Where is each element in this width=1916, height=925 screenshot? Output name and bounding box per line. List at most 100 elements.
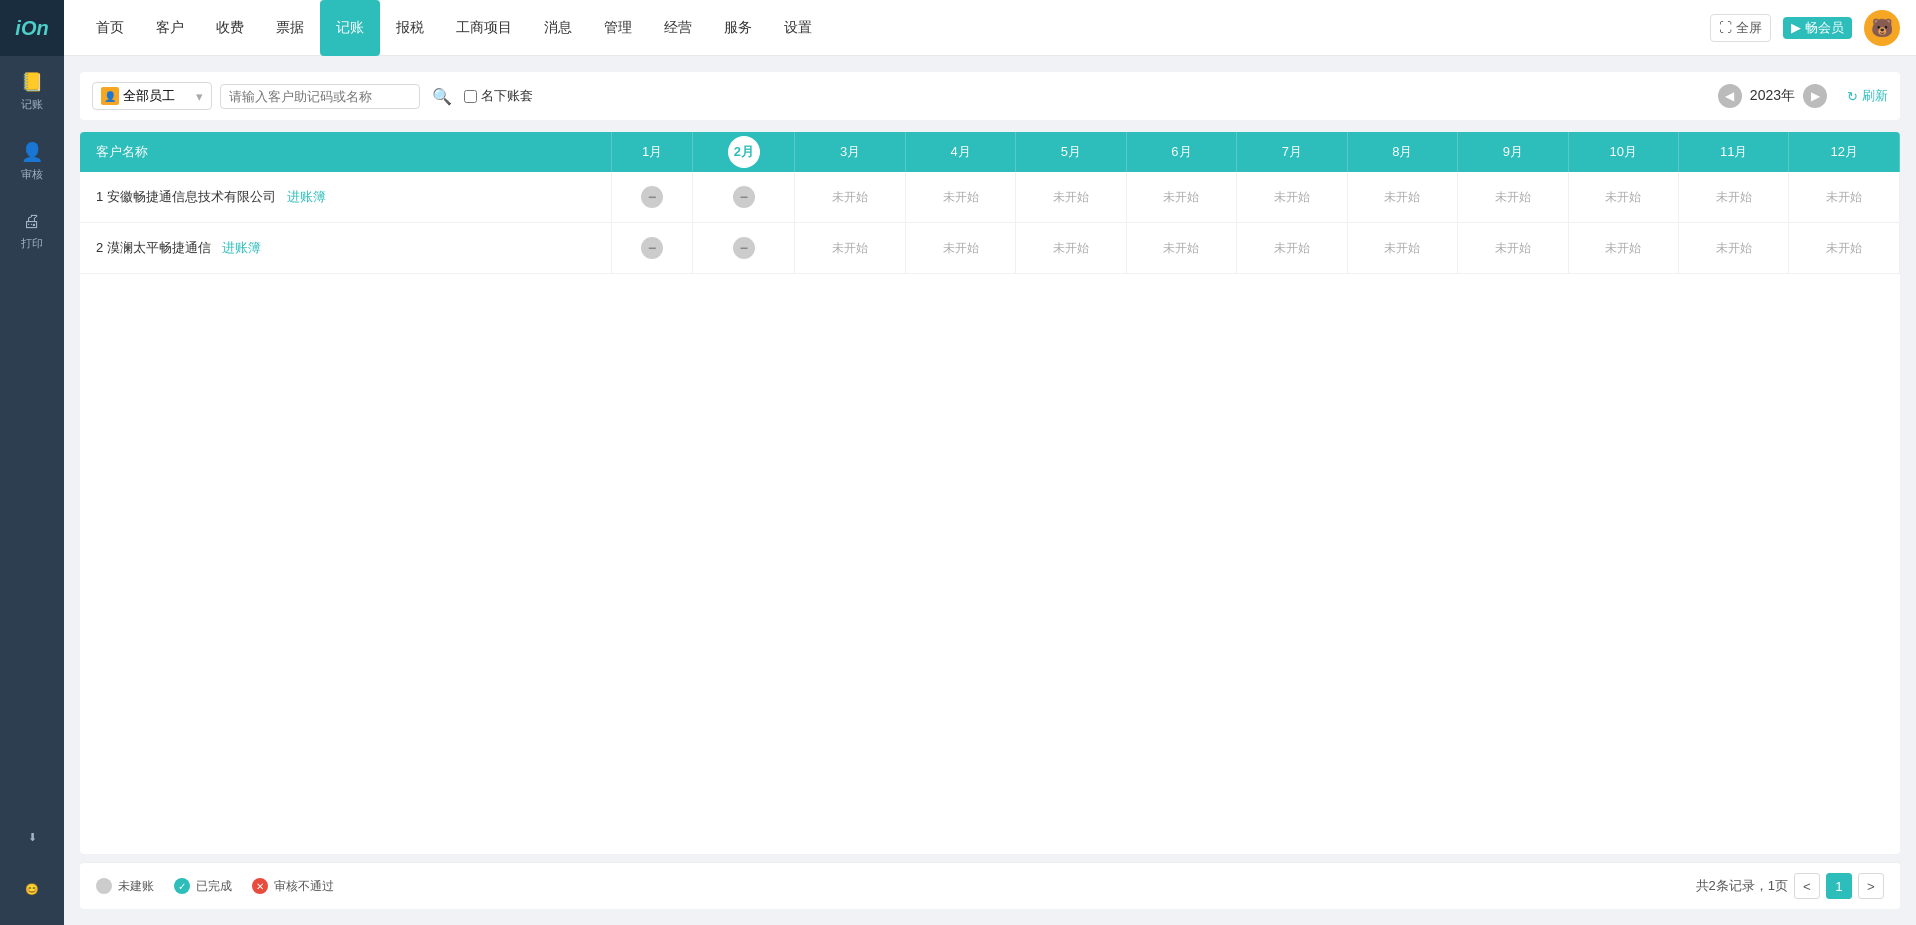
nav-clients[interactable]: 客户 <box>140 0 200 56</box>
nav-tax[interactable]: 报税 <box>380 0 440 56</box>
prev-year-button[interactable]: ◀ <box>1718 84 1742 108</box>
month-cell-1-7: 未开始 <box>1347 223 1457 274</box>
nav-invoices[interactable]: 票据 <box>260 0 320 56</box>
month-cell-1-2: 未开始 <box>795 223 905 274</box>
fullscreen-label: 全屏 <box>1736 19 1762 37</box>
sidebar-item-ledger[interactable]: 📒 记账 <box>0 56 64 126</box>
my-accounts-label: 名下账套 <box>481 87 533 105</box>
col-m7: 7月 <box>1237 132 1347 172</box>
refresh-button[interactable]: ↻ 刷新 <box>1847 87 1888 105</box>
status-not-started: 未开始 <box>1716 241 1752 255</box>
search-button[interactable]: 🔍 <box>428 83 456 110</box>
client-name: 漠澜太平畅捷通信 <box>107 240 211 255</box>
enter-ledger-link[interactable]: 进账簿 <box>287 189 326 204</box>
page-1-button[interactable]: 1 <box>1826 873 1852 899</box>
month-cell-1-10: 未开始 <box>1678 223 1788 274</box>
col-client: 客户名称 <box>80 132 611 172</box>
col-m4: 4月 <box>905 132 1015 172</box>
month-cell-0-3: 未开始 <box>905 172 1015 223</box>
status-not-started: 未开始 <box>1605 190 1641 204</box>
month-cell-0-9: 未开始 <box>1568 172 1678 223</box>
nav-right-actions: ⛶ 全屏 ▶ 畅会员 🐻 <box>1710 10 1900 46</box>
legend-dot-not-created <box>96 878 112 894</box>
refresh-label: 刷新 <box>1862 87 1888 105</box>
month-cell-0-5: 未开始 <box>1126 172 1236 223</box>
table-row: 1 安徽畅捷通信息技术有限公司 进账簿−−未开始未开始未开始未开始未开始未开始未… <box>80 172 1900 223</box>
search-input[interactable] <box>220 84 420 109</box>
status-not-started: 未开始 <box>1053 190 1089 204</box>
legend-dot-audit-failed: ✕ <box>252 878 268 894</box>
nav-operations[interactable]: 经营 <box>648 0 708 56</box>
col-m5: 5月 <box>1016 132 1126 172</box>
vip-label: 畅会员 <box>1805 19 1844 37</box>
year-display: 2023年 <box>1750 87 1795 105</box>
status-not-started: 未开始 <box>1384 190 1420 204</box>
month-cell-1-11: 未开始 <box>1789 223 1900 274</box>
status-not-started: 未开始 <box>1495 241 1531 255</box>
col-m2: 2月 <box>693 132 795 172</box>
table-row: 2 漠澜太平畅捷通信 进账簿−−未开始未开始未开始未开始未开始未开始未开始未开始… <box>80 223 1900 274</box>
nav-settings[interactable]: 设置 <box>768 0 828 56</box>
row-index: 1 <box>96 189 103 204</box>
prev-page-button[interactable]: < <box>1794 873 1820 899</box>
main-area: 首页 客户 收费 票据 记账 报税 工商项目 消息 管理 经营 服务 设置 ⛶ … <box>64 0 1916 925</box>
legend: 未建账 ✓ 已完成 ✕ 审核不通过 <box>96 878 334 895</box>
enter-ledger-link[interactable]: 进账簿 <box>222 240 261 255</box>
next-page-button[interactable]: > <box>1858 873 1884 899</box>
status-not-started: 未开始 <box>1274 190 1310 204</box>
fullscreen-button[interactable]: ⛶ 全屏 <box>1710 14 1771 42</box>
sidebar-item-emoji[interactable]: 😊 <box>0 865 64 913</box>
nav-business[interactable]: 工商项目 <box>440 0 528 56</box>
sidebar-item-audit[interactable]: 👤 审核 <box>0 126 64 196</box>
nav-home[interactable]: 首页 <box>80 0 140 56</box>
my-accounts-checkbox-label[interactable]: 名下账套 <box>464 87 533 105</box>
data-table: 客户名称 1月 2月 3月 4月 5月 6月 7月 8月 9月 10月 11月 <box>80 132 1900 274</box>
col-m12: 12月 <box>1789 132 1900 172</box>
status-not-started: 未开始 <box>1053 241 1089 255</box>
month-cell-1-1: − <box>693 223 795 274</box>
nav-charges[interactable]: 收费 <box>200 0 260 56</box>
month-cell-0-2: 未开始 <box>795 172 905 223</box>
avatar-icon: 🐻 <box>1871 17 1893 39</box>
employee-filter-select[interactable]: 👤 全部员工 ▾ <box>92 82 212 110</box>
toolbar: 👤 全部员工 ▾ 🔍 名下账套 ◀ 2023年 ▶ ↻ 刷新 <box>80 72 1900 120</box>
nav-management[interactable]: 管理 <box>588 0 648 56</box>
status-not-started: 未开始 <box>1163 190 1199 204</box>
month-cell-1-4: 未开始 <box>1016 223 1126 274</box>
status-not-started: 未开始 <box>1274 241 1310 255</box>
month-cell-0-11: 未开始 <box>1789 172 1900 223</box>
month-cell-1-8: 未开始 <box>1458 223 1568 274</box>
sidebar-item-print[interactable]: 🖨 打印 <box>0 196 64 266</box>
client-cell-1: 2 漠澜太平畅捷通信 进账簿 <box>80 223 611 274</box>
my-accounts-checkbox[interactable] <box>464 90 477 103</box>
sidebar: iOn 📒 记账 👤 审核 🖨 打印 ⬇ 😊 <box>0 0 64 925</box>
month-cell-1-5: 未开始 <box>1126 223 1236 274</box>
col-m11: 11月 <box>1678 132 1788 172</box>
nav-messages[interactable]: 消息 <box>528 0 588 56</box>
month-cell-0-10: 未开始 <box>1678 172 1788 223</box>
table-body: 1 安徽畅捷通信息技术有限公司 进账簿−−未开始未开始未开始未开始未开始未开始未… <box>80 172 1900 274</box>
status-not-started: 未开始 <box>943 241 979 255</box>
vip-icon: ▶ <box>1791 20 1801 35</box>
next-year-button[interactable]: ▶ <box>1803 84 1827 108</box>
legend-label-audit-failed: 审核不通过 <box>274 878 334 895</box>
nav-ledger[interactable]: 记账 <box>320 0 380 56</box>
col-m3: 3月 <box>795 132 905 172</box>
fullscreen-icon: ⛶ <box>1719 20 1732 35</box>
client-cell-0: 1 安徽畅捷通信息技术有限公司 进账簿 <box>80 172 611 223</box>
employee-filter-icon: 👤 <box>101 87 119 105</box>
sidebar-item-download[interactable]: ⬇ <box>0 813 64 861</box>
month-cell-0-1: − <box>693 172 795 223</box>
status-not-started: 未开始 <box>1826 190 1862 204</box>
month-cell-1-3: 未开始 <box>905 223 1015 274</box>
status-not-started: 未开始 <box>1716 190 1752 204</box>
nav-services[interactable]: 服务 <box>708 0 768 56</box>
legend-dot-completed: ✓ <box>174 878 190 894</box>
vip-button[interactable]: ▶ 畅会员 <box>1783 17 1852 39</box>
pagination-total: 共2条记录，1页 <box>1696 877 1788 895</box>
avatar[interactable]: 🐻 <box>1864 10 1900 46</box>
month-cell-0-8: 未开始 <box>1458 172 1568 223</box>
sidebar-bottom: ⬇ 😊 <box>0 813 64 925</box>
emoji-icon: 😊 <box>25 883 39 896</box>
month-cell-1-0: − <box>611 223 692 274</box>
